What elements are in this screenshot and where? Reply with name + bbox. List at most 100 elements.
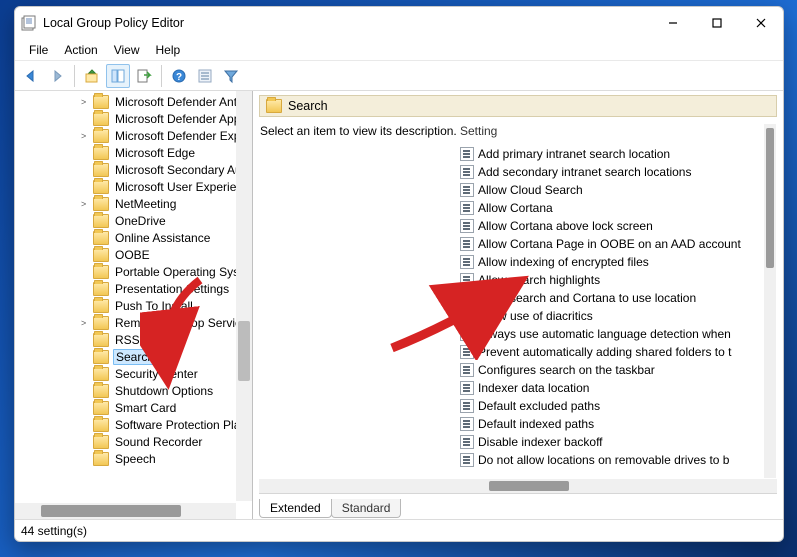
export-list-button[interactable] xyxy=(132,64,156,88)
tree-item[interactable]: Microsoft User Experienc xyxy=(15,178,252,195)
tree-item[interactable]: Push To Install xyxy=(15,297,252,314)
tree-item-label: Security Center xyxy=(113,367,200,381)
tree-horizontal-scrollbar[interactable] xyxy=(15,503,236,519)
window-controls xyxy=(651,7,783,39)
setting-item-label: Always use automatic language detection … xyxy=(478,327,731,341)
setting-item[interactable]: Allow Cortana above lock screen xyxy=(460,217,776,235)
folder-icon xyxy=(266,99,282,113)
tree-item[interactable]: Shutdown Options xyxy=(15,382,252,399)
setting-item[interactable]: Allow Cloud Search xyxy=(460,181,776,199)
tree-item[interactable]: Microsoft Secondary Aut xyxy=(15,161,252,178)
folder-icon xyxy=(93,333,109,347)
details-header-label: Search xyxy=(288,99,328,113)
toolbar-separator xyxy=(74,65,75,87)
menu-action[interactable]: Action xyxy=(56,41,105,59)
tree-item[interactable]: >Remote Desktop Service xyxy=(15,314,252,331)
setting-item[interactable]: Prevent automatically adding shared fold… xyxy=(460,343,776,361)
settings-list[interactable]: Add primary intranet search locationAdd … xyxy=(460,145,776,469)
setting-item[interactable]: Disable indexer backoff xyxy=(460,433,776,451)
forward-button[interactable] xyxy=(45,64,69,88)
tree-item[interactable]: OneDrive xyxy=(15,212,252,229)
policy-setting-icon xyxy=(460,309,474,323)
tree-list[interactable]: >Microsoft Defender AntiMicrosoft Defend… xyxy=(15,93,252,493)
tree-item[interactable]: Smart Card xyxy=(15,399,252,416)
tree-item[interactable]: Online Assistance xyxy=(15,229,252,246)
expand-icon[interactable]: > xyxy=(81,97,91,107)
setting-item[interactable]: Do not allow locations on removable driv… xyxy=(460,451,776,469)
tree-item[interactable]: Security Center xyxy=(15,365,252,382)
tree-item[interactable]: Speech xyxy=(15,450,252,467)
tree-item[interactable]: Sound Recorder xyxy=(15,433,252,450)
tab-extended[interactable]: Extended xyxy=(259,499,332,518)
tree-item[interactable]: >Microsoft Defender Anti xyxy=(15,93,252,110)
settings-column-header[interactable]: Setting xyxy=(460,124,776,141)
tree-item[interactable]: >NetMeeting xyxy=(15,195,252,212)
tree-item-label: Online Assistance xyxy=(113,231,212,245)
setting-item-label: Allow search highlights xyxy=(478,273,600,287)
policy-setting-icon xyxy=(460,273,474,287)
folder-icon xyxy=(93,367,109,381)
tree-item[interactable]: Microsoft Defender App xyxy=(15,110,252,127)
setting-item[interactable]: Add secondary intranet search locations xyxy=(460,163,776,181)
minimize-button[interactable] xyxy=(651,7,695,39)
setting-item[interactable]: Allow Cortana Page in OOBE on an AAD acc… xyxy=(460,235,776,253)
setting-item[interactable]: Allow indexing of encrypted files xyxy=(460,253,776,271)
tree-item-label: Search xyxy=(113,349,157,365)
setting-item-label: Do not allow locations on removable driv… xyxy=(478,453,729,467)
properties-button[interactable] xyxy=(193,64,217,88)
titlebar: Local Group Policy Editor xyxy=(15,7,783,39)
setting-item[interactable]: Allow use of diacritics xyxy=(460,307,776,325)
details-vertical-scrollbar[interactable] xyxy=(764,124,776,478)
back-button[interactable] xyxy=(19,64,43,88)
setting-item[interactable]: Allow search and Cortana to use location xyxy=(460,289,776,307)
help-button[interactable]: ? xyxy=(167,64,191,88)
tree-item[interactable]: Search xyxy=(15,348,252,365)
setting-item[interactable]: Allow Cortana xyxy=(460,199,776,217)
setting-item[interactable]: Indexer data location xyxy=(460,379,776,397)
tab-standard[interactable]: Standard xyxy=(331,499,402,518)
setting-item[interactable]: Add primary intranet search location xyxy=(460,145,776,163)
tree-item[interactable]: Microsoft Edge xyxy=(15,144,252,161)
folder-icon xyxy=(93,299,109,313)
setting-item[interactable]: Allow search highlights xyxy=(460,271,776,289)
policy-setting-icon xyxy=(460,291,474,305)
menu-view[interactable]: View xyxy=(106,41,148,59)
policy-setting-icon xyxy=(460,327,474,341)
close-button[interactable] xyxy=(739,7,783,39)
tree-item[interactable]: >Microsoft Defender Expl xyxy=(15,127,252,144)
details-body: Select an item to view its description. … xyxy=(259,123,777,479)
maximize-button[interactable] xyxy=(695,7,739,39)
policy-setting-icon xyxy=(460,363,474,377)
tree-panel: >Microsoft Defender AntiMicrosoft Defend… xyxy=(15,91,253,519)
setting-item[interactable]: Configures search on the taskbar xyxy=(460,361,776,379)
window-title: Local Group Policy Editor xyxy=(43,16,184,30)
folder-icon xyxy=(93,350,109,364)
folder-icon xyxy=(93,401,109,415)
tree-item[interactable]: Portable Operating Syste xyxy=(15,263,252,280)
show-hide-tree-button[interactable] xyxy=(106,64,130,88)
content-area: >Microsoft Defender AntiMicrosoft Defend… xyxy=(15,91,783,519)
up-button[interactable] xyxy=(80,64,104,88)
setting-item[interactable]: Default excluded paths xyxy=(460,397,776,415)
tree-item[interactable]: RSS Feeds xyxy=(15,331,252,348)
tree-item-label: Portable Operating Syste xyxy=(113,265,251,279)
tree-item[interactable]: Software Protection Platf xyxy=(15,416,252,433)
filter-button[interactable] xyxy=(219,64,243,88)
menu-file[interactable]: File xyxy=(21,41,56,59)
details-tabs: Extended Standard xyxy=(259,493,777,519)
folder-icon xyxy=(93,435,109,449)
setting-item[interactable]: Always use automatic language detection … xyxy=(460,325,776,343)
setting-item-label: Allow Cloud Search xyxy=(478,183,583,197)
tree-vertical-scrollbar[interactable] xyxy=(236,91,252,501)
expand-icon[interactable]: > xyxy=(81,318,91,328)
expand-icon[interactable]: > xyxy=(81,199,91,209)
tree-item[interactable]: Presentation Settings xyxy=(15,280,252,297)
setting-item[interactable]: Default indexed paths xyxy=(460,415,776,433)
expand-icon[interactable]: > xyxy=(81,131,91,141)
details-horizontal-scrollbar[interactable] xyxy=(259,479,777,493)
policy-setting-icon xyxy=(460,237,474,251)
menu-help[interactable]: Help xyxy=(148,41,189,59)
setting-item-label: Allow use of diacritics xyxy=(478,309,593,323)
tree-item[interactable]: OOBE xyxy=(15,246,252,263)
tree-item-label: Software Protection Platf xyxy=(113,418,249,432)
